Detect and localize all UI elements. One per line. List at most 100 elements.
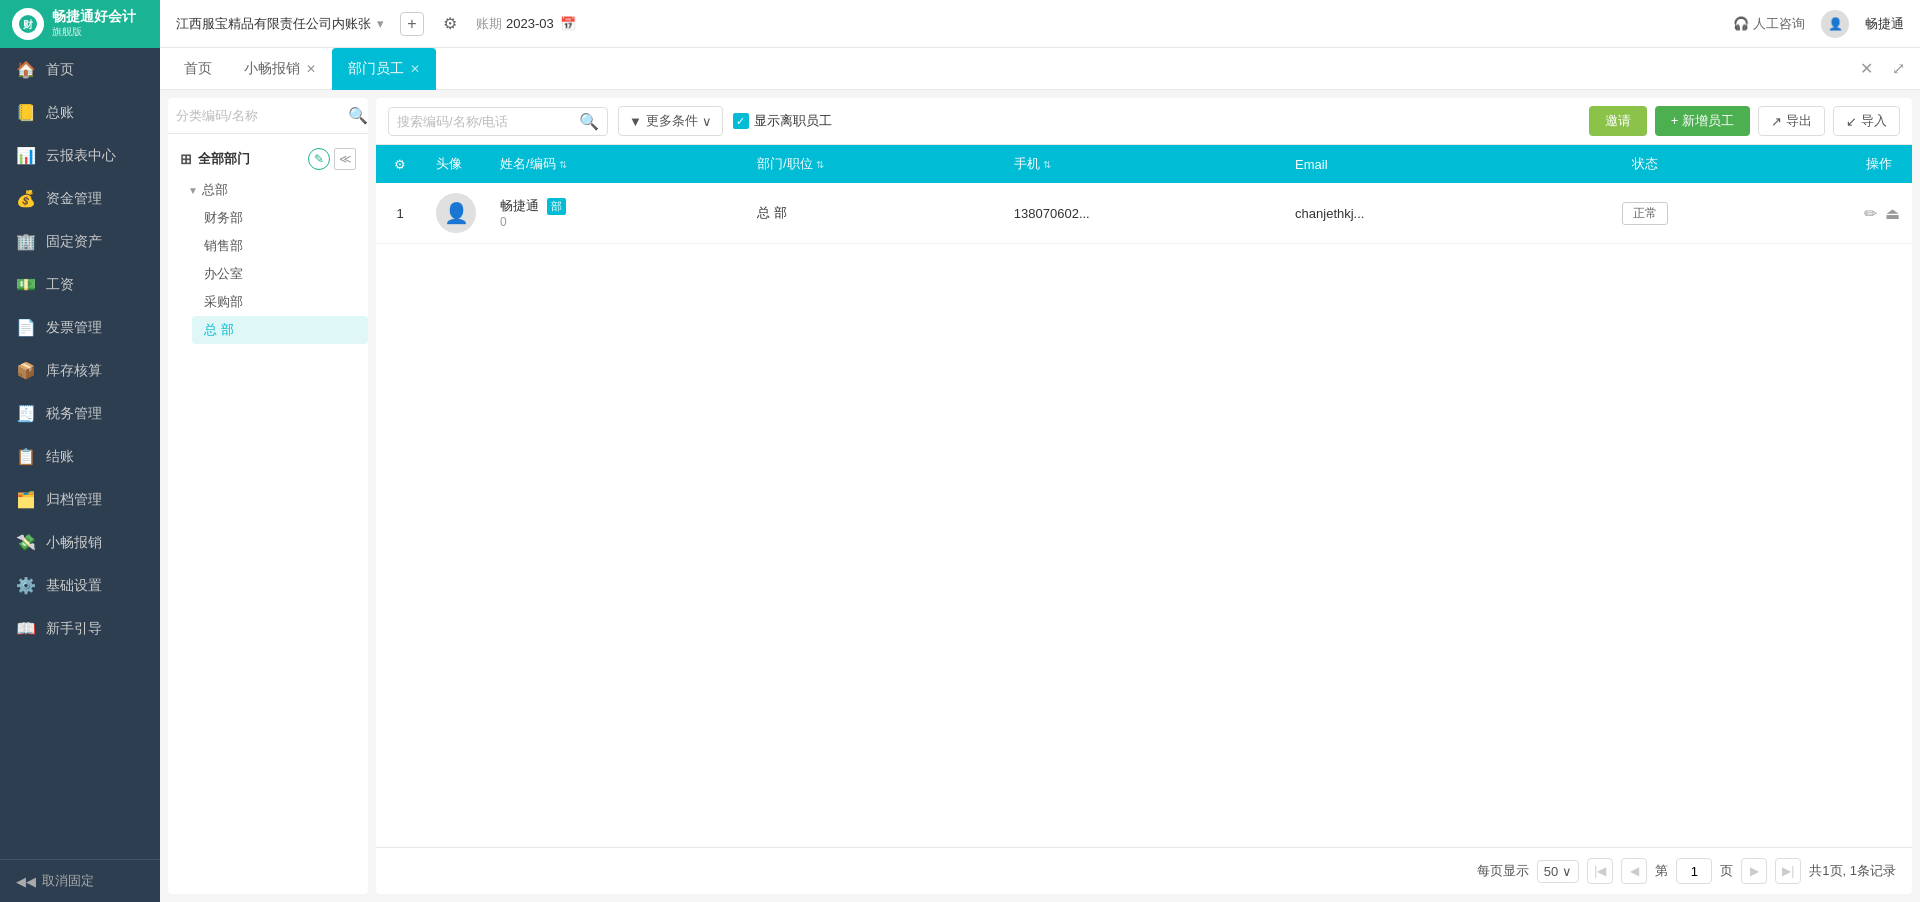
first-page-button[interactable]: |◀ (1587, 858, 1613, 884)
sidebar-item-invoice[interactable]: 📄 发票管理 (0, 306, 160, 349)
close-department-tab[interactable]: ✕ (410, 62, 420, 76)
export-button[interactable]: ↗ 导出 (1758, 106, 1825, 136)
dept-group-hq: ▼ 总部 财务部 销售部 办公室 采购部 总 部 (176, 176, 368, 344)
sidebar-label-expense: 小畅报销 (46, 534, 102, 552)
invite-button[interactable]: 邀请 (1589, 106, 1647, 136)
sidebar-item-salary[interactable]: 💵 工资 (0, 263, 160, 306)
row-status: 正常 (1546, 183, 1743, 244)
close-expense-tab[interactable]: ✕ (306, 62, 316, 76)
pin-label: 取消固定 (42, 872, 94, 890)
sidebar-item-expense[interactable]: 💸 小畅报销 (0, 521, 160, 564)
all-dept-label[interactable]: ⊞ 全部部门 (180, 150, 250, 168)
sidebar-item-capital[interactable]: 💰 资金管理 (0, 177, 160, 220)
expense-icon: 💸 (16, 533, 36, 552)
col-settings[interactable]: ⚙ (376, 145, 424, 183)
sidebar-label-assets: 固定资产 (46, 233, 102, 251)
employee-search-input[interactable] (397, 114, 575, 129)
sidebar-label-home: 首页 (46, 61, 74, 79)
settings-icon[interactable]: ⚙ (436, 10, 464, 38)
sort-phone-icon: ⇅ (1043, 159, 1051, 170)
sidebar-item-home[interactable]: 🏠 首页 (0, 48, 160, 91)
prev-page-button[interactable]: ◀ (1621, 858, 1647, 884)
service-label: 人工咨询 (1753, 15, 1805, 33)
sort-name-icon: ⇅ (559, 159, 567, 170)
sidebar-label-reports: 云报表中心 (46, 147, 116, 165)
assets-icon: 🏢 (16, 232, 36, 251)
col-phone[interactable]: 手机 ⇅ (1002, 145, 1283, 183)
sidebar-item-ledger[interactable]: 📒 总账 (0, 91, 160, 134)
tab-home[interactable]: 首页 (168, 48, 228, 90)
tab-home-label: 首页 (184, 60, 212, 78)
dept-item-purchase[interactable]: 采购部 (192, 288, 368, 316)
tab-department[interactable]: 部门员工 ✕ (332, 48, 436, 90)
calendar-icon[interactable]: 📅 (560, 16, 576, 31)
row-actions: ✏ ⏏ (1743, 183, 1912, 244)
dept-search-input[interactable] (176, 108, 344, 123)
svg-text:财: 财 (22, 19, 34, 30)
dept-children: 财务部 销售部 办公室 采购部 总 部 (192, 204, 368, 344)
add-employee-button[interactable]: + 新增员工 (1655, 106, 1750, 136)
dept-item-finance[interactable]: 财务部 (192, 204, 368, 232)
invoice-icon: 📄 (16, 318, 36, 337)
pagination-bar: 每页显示 50 ∨ |◀ ◀ 第 页 ▶ ▶| 共1页, 1条记录 (376, 847, 1912, 894)
expand-tabs-button[interactable]: ⤢ (1884, 55, 1912, 83)
edit-employee-button[interactable]: ✏ (1864, 204, 1877, 223)
company-selector[interactable]: 江西服宝精品有限责任公司内账张 ▾ (176, 15, 384, 33)
dept-item-hq[interactable]: 总 部 (192, 316, 368, 344)
logo-icon: 财 (12, 8, 44, 40)
tab-expense[interactable]: 小畅报销 ✕ (228, 48, 332, 90)
row-name-cell: 畅捷通 部 0 (488, 183, 745, 244)
capital-icon: 💰 (16, 189, 36, 208)
inventory-icon: 📦 (16, 361, 36, 380)
dept-group-hq-title[interactable]: ▼ 总部 (176, 176, 368, 204)
company-dropdown-icon: ▾ (377, 16, 384, 31)
sidebar-label-archive: 归档管理 (46, 491, 102, 509)
row-dept: 总 部 (745, 183, 1002, 244)
dept-item-office[interactable]: 办公室 (192, 260, 368, 288)
sidebar-item-tax[interactable]: 🧾 税务管理 (0, 392, 160, 435)
grid-icon: ⊞ (180, 151, 192, 167)
col-name[interactable]: 姓名/编码 ⇅ (488, 145, 745, 183)
sidebar-item-settings[interactable]: ⚙️ 基础设置 (0, 564, 160, 607)
row-email: chanjethkj... (1283, 183, 1546, 244)
total-records-label: 共1页, 1条记录 (1809, 862, 1896, 880)
pin-button[interactable]: ◀◀ 取消固定 (0, 859, 160, 902)
more-filter-button[interactable]: ▼ 更多条件 ∨ (618, 106, 723, 136)
filter-dropdown-icon: ∨ (702, 114, 712, 129)
page-number-input[interactable] (1676, 858, 1712, 884)
close-all-tabs-button[interactable]: ✕ (1852, 55, 1880, 83)
sidebar-item-guide[interactable]: 📖 新手引导 (0, 607, 160, 650)
col-phone-label: 手机 (1014, 156, 1040, 171)
sidebar-item-assets[interactable]: 🏢 固定资产 (0, 220, 160, 263)
search-icon[interactable]: 🔍 (579, 112, 599, 131)
col-email: Email (1283, 145, 1546, 183)
export-label: 导出 (1786, 112, 1812, 130)
last-page-button[interactable]: ▶| (1775, 858, 1801, 884)
dept-search-icon[interactable]: 🔍 (348, 106, 368, 125)
sort-dept-icon: ⇅ (816, 159, 824, 170)
sidebar-item-reports[interactable]: 📊 云报表中心 (0, 134, 160, 177)
add-dept-button[interactable]: ✎ (308, 148, 330, 170)
col-dept[interactable]: 部门/职位 ⇅ (745, 145, 1002, 183)
sidebar-item-checkout[interactable]: 📋 结账 (0, 435, 160, 478)
header-right: 🎧 人工咨询 👤 畅捷通 (1733, 10, 1904, 38)
ledger-icon: 📒 (16, 103, 36, 122)
service-button[interactable]: 🎧 人工咨询 (1733, 15, 1805, 33)
show-resigned-label: 显示离职员工 (754, 112, 832, 130)
export-icon: ↗ (1771, 114, 1782, 129)
sidebar-label-checkout: 结账 (46, 448, 74, 466)
next-page-button[interactable]: ▶ (1741, 858, 1767, 884)
home-icon: 🏠 (16, 60, 36, 79)
employee-avatar: 👤 (436, 193, 476, 233)
dept-item-sales[interactable]: 销售部 (192, 232, 368, 260)
sidebar-item-inventory[interactable]: 📦 库存核算 (0, 349, 160, 392)
row-avatar: 👤 (424, 183, 488, 244)
add-tab-button[interactable]: + (400, 12, 424, 36)
sidebar-item-archive[interactable]: 🗂️ 归档管理 (0, 478, 160, 521)
logout-employee-button[interactable]: ⏏ (1885, 204, 1900, 223)
page-size-selector[interactable]: 50 ∨ (1537, 860, 1579, 883)
collapse-dept-button[interactable]: ≪ (334, 148, 356, 170)
show-resigned-toggle[interactable]: ✓ 显示离职员工 (733, 112, 832, 130)
sidebar-label-invoice: 发票管理 (46, 319, 102, 337)
import-button[interactable]: ↙ 导入 (1833, 106, 1900, 136)
